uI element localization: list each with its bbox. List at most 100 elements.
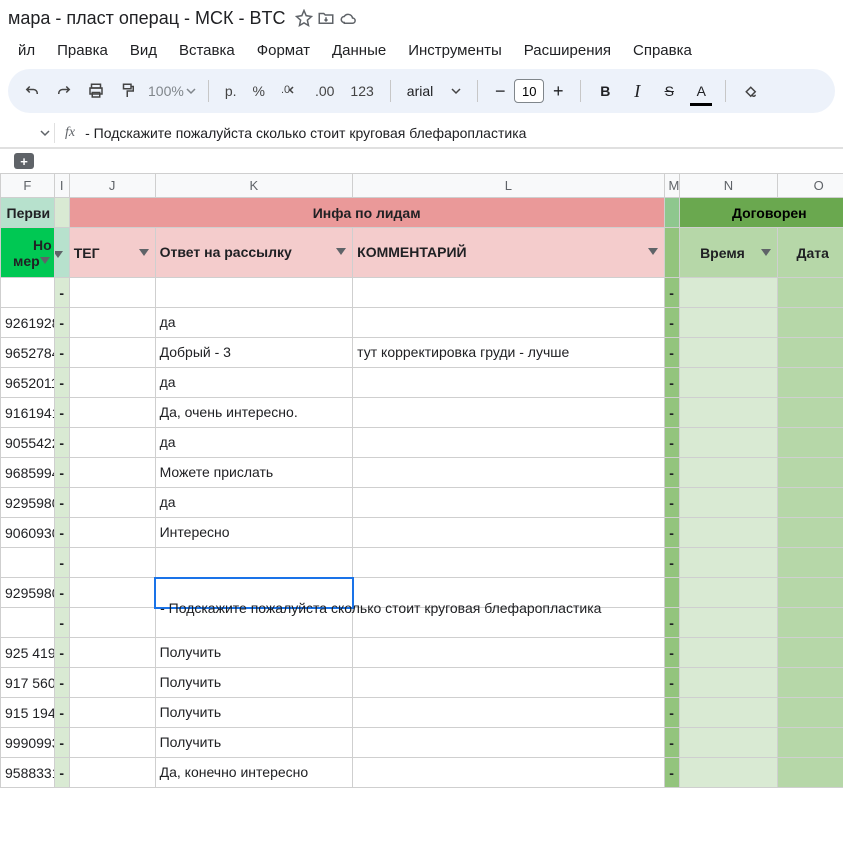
cell[interactable]: Да, конечно интересно xyxy=(155,758,353,788)
filter-icon[interactable] xyxy=(761,249,771,256)
cell[interactable] xyxy=(69,548,155,578)
table-row[interactable]: 9588331-Да, конечно интересно- xyxy=(1,758,843,788)
undo-icon[interactable] xyxy=(18,77,46,105)
cell[interactable] xyxy=(778,308,843,338)
menu-data[interactable]: Данные xyxy=(322,38,396,63)
table-row[interactable]: -- xyxy=(1,548,843,578)
cell[interactable] xyxy=(778,728,843,758)
menu-help[interactable]: Справка xyxy=(623,38,702,63)
hdr2-J[interactable]: ТЕГ xyxy=(69,228,155,278)
redo-icon[interactable] xyxy=(50,77,78,105)
table-row[interactable]: 9161941-Да, очень интересно.- xyxy=(1,398,843,428)
star-icon[interactable] xyxy=(293,7,315,29)
cell[interactable] xyxy=(353,518,664,548)
cell[interactable] xyxy=(679,638,778,668)
menu-file[interactable]: йл xyxy=(8,38,45,63)
filter-icon[interactable] xyxy=(40,257,50,264)
cell[interactable]: - xyxy=(54,398,69,428)
cell[interactable]: - xyxy=(664,368,679,398)
cell[interactable]: Получить xyxy=(155,728,353,758)
cell[interactable] xyxy=(679,728,778,758)
cell[interactable]: - xyxy=(664,728,679,758)
cell[interactable] xyxy=(353,368,664,398)
cell[interactable] xyxy=(69,668,155,698)
cell[interactable] xyxy=(778,608,843,638)
cell[interactable] xyxy=(69,578,155,608)
cell[interactable] xyxy=(69,428,155,458)
decrease-decimal-button[interactable]: .0 xyxy=(275,83,305,100)
cell[interactable] xyxy=(679,698,778,728)
hdr2-F[interactable]: Но мер xyxy=(1,228,55,278)
table-row[interactable]: 9295980-да- xyxy=(1,488,843,518)
cell[interactable]: - xyxy=(54,578,69,608)
cell[interactable] xyxy=(353,758,664,788)
col-L-header[interactable]: L xyxy=(353,174,664,198)
table-row[interactable]: 9060930-Интересно- xyxy=(1,518,843,548)
cell[interactable]: - xyxy=(54,308,69,338)
cell[interactable] xyxy=(1,608,55,638)
cell[interactable]: - xyxy=(54,608,69,638)
table-row[interactable]: 9055422-да- xyxy=(1,428,843,458)
cell[interactable]: - xyxy=(54,458,69,488)
cell[interactable]: да xyxy=(155,488,353,518)
cell[interactable]: - xyxy=(54,638,69,668)
cell[interactable] xyxy=(778,698,843,728)
cell[interactable]: - xyxy=(54,278,69,308)
cell[interactable] xyxy=(778,398,843,428)
cell[interactable] xyxy=(664,578,679,608)
filter-icon[interactable] xyxy=(139,249,149,256)
cell[interactable] xyxy=(155,548,353,578)
cell[interactable] xyxy=(679,428,778,458)
cell[interactable]: 917 560 xyxy=(1,668,55,698)
percent-button[interactable]: % xyxy=(247,83,271,99)
cell[interactable]: - xyxy=(664,548,679,578)
cell[interactable]: - xyxy=(664,428,679,458)
cell[interactable]: да xyxy=(155,308,353,338)
cell[interactable] xyxy=(778,338,843,368)
increase-decimal-button[interactable]: .00 xyxy=(309,83,340,99)
cell[interactable]: Получить xyxy=(155,638,353,668)
cell[interactable] xyxy=(69,308,155,338)
cell[interactable]: Добрый - 3 xyxy=(155,338,353,368)
cell[interactable]: 9652011 xyxy=(1,368,55,398)
cell[interactable] xyxy=(778,428,843,458)
cloud-icon[interactable] xyxy=(337,7,359,29)
spreadsheet-grid[interactable]: F I J K L M N O Перви Инфа по лидам Дого… xyxy=(0,173,843,788)
cell[interactable] xyxy=(353,548,664,578)
zoom-level[interactable]: 100% xyxy=(146,83,198,99)
cell[interactable]: 9588331 xyxy=(1,758,55,788)
col-O-header[interactable]: O xyxy=(778,174,843,198)
cell[interactable]: - xyxy=(664,698,679,728)
table-row[interactable]: 915 194-Получить- xyxy=(1,698,843,728)
cell[interactable]: Получить xyxy=(155,668,353,698)
cell[interactable] xyxy=(69,518,155,548)
cell[interactable] xyxy=(69,698,155,728)
font-selector[interactable]: arial xyxy=(401,83,467,99)
cell[interactable] xyxy=(69,458,155,488)
cell[interactable]: 9060930 xyxy=(1,518,55,548)
cell[interactable]: 9295980 xyxy=(1,488,55,518)
table-row[interactable]: 9295980- - Подскажите пожалуйста сколько… xyxy=(1,578,843,608)
cell[interactable]: - xyxy=(664,608,679,638)
cell[interactable] xyxy=(778,668,843,698)
print-icon[interactable] xyxy=(82,77,110,105)
cell[interactable]: 925 419 xyxy=(1,638,55,668)
text-color-button[interactable]: A xyxy=(687,77,715,105)
cell[interactable] xyxy=(353,428,664,458)
cell[interactable] xyxy=(679,578,778,608)
name-box[interactable] xyxy=(8,121,54,145)
cell[interactable]: Интересно xyxy=(155,518,353,548)
cell[interactable] xyxy=(778,758,843,788)
cell[interactable] xyxy=(778,638,843,668)
table-row[interactable]: -- xyxy=(1,278,843,308)
filter-icon[interactable] xyxy=(54,251,63,258)
cell[interactable]: - xyxy=(664,398,679,428)
hdr2-I[interactable] xyxy=(54,228,69,278)
col-F-header[interactable]: F xyxy=(1,174,55,198)
cell[interactable]: - xyxy=(54,338,69,368)
table-row[interactable]: 9652011-да- xyxy=(1,368,843,398)
cell[interactable] xyxy=(778,278,843,308)
cell[interactable] xyxy=(778,488,843,518)
cell[interactable]: - xyxy=(54,368,69,398)
cell[interactable] xyxy=(679,398,778,428)
